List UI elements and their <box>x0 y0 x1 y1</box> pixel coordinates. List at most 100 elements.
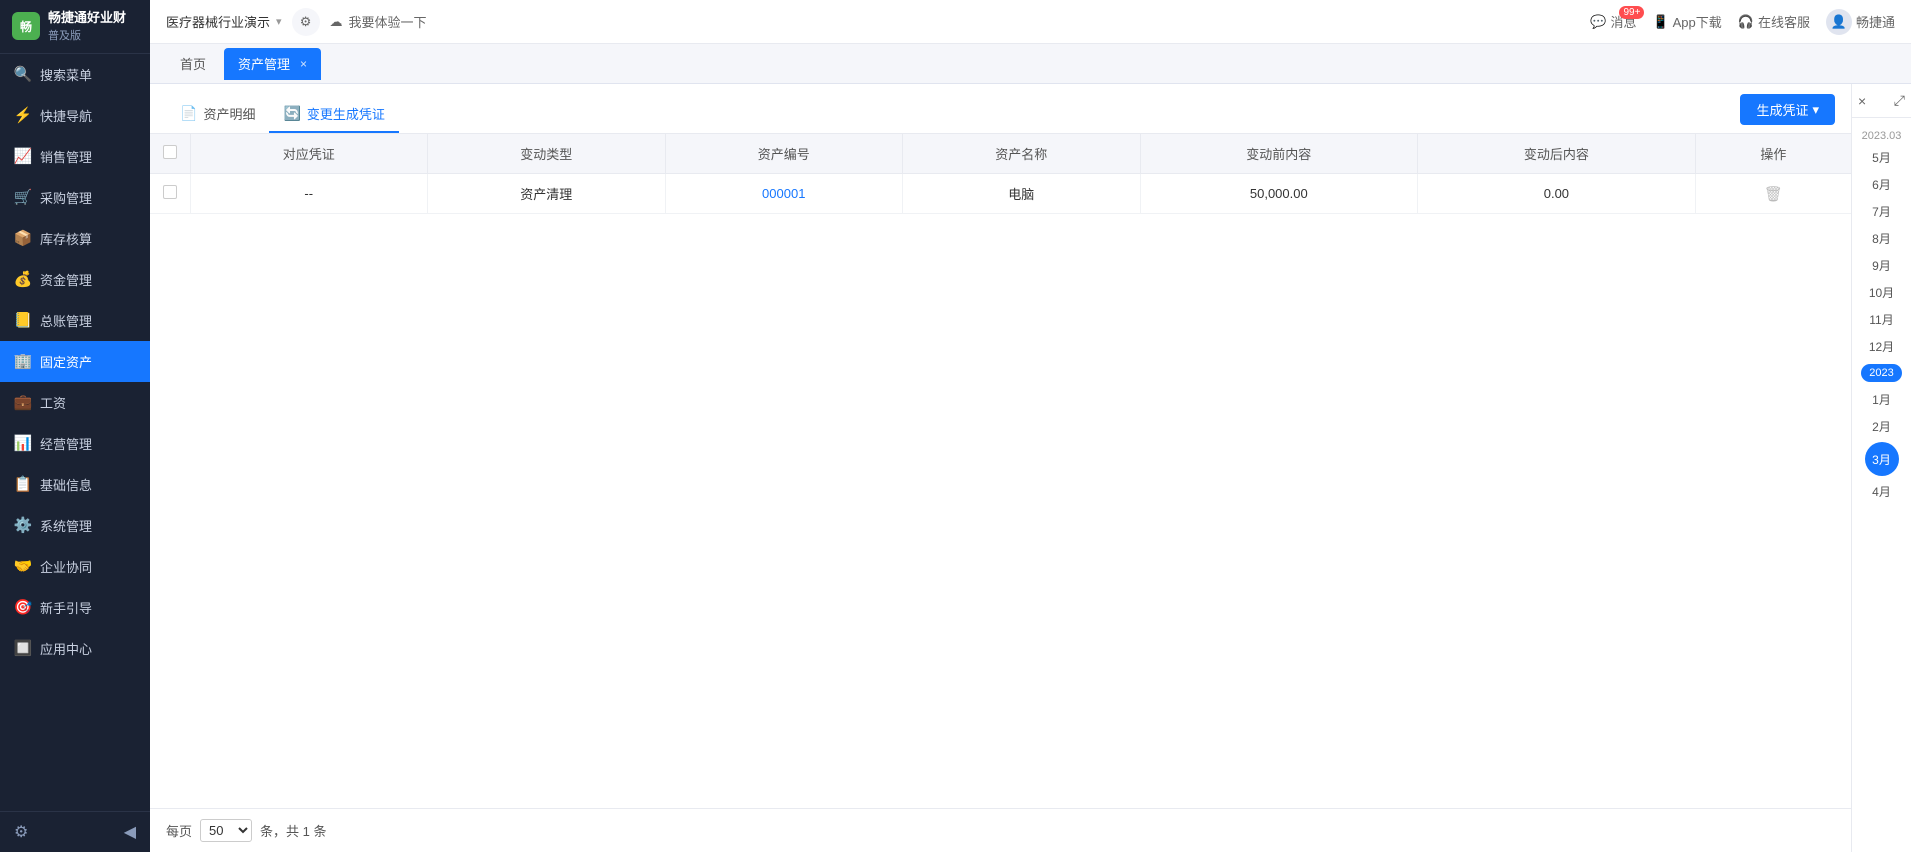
experience-button[interactable]: ☁ 我要体验一下 <box>330 12 427 31</box>
timeline-month[interactable]: 11月 <box>1863 307 1901 332</box>
th-对应凭证: 对应凭证 <box>190 134 428 174</box>
row-voucher: -- <box>190 174 428 214</box>
timeline-month[interactable]: 8月 <box>1863 226 1901 251</box>
system-icon: ⚙️ <box>14 516 32 534</box>
right-panel: × ⤢ 2023.03 5月6月7月8月9月10月11月12月20231月2月3… <box>1851 84 1911 852</box>
company-selector[interactable]: 医疗器械行业演示 ▾ <box>166 12 282 31</box>
sub-tab-bar: 📄 资产明细 🔄 变更生成凭证 生成凭证 ▾ <box>150 84 1851 134</box>
generate-voucher-button[interactable]: 生成凭证 ▾ <box>1740 94 1835 125</box>
sidebar-label-apps: 应用中心 <box>40 639 92 658</box>
sidebar-label-ledger: 总账管理 <box>40 311 92 330</box>
app-download-button[interactable]: 📱 App下载 <box>1652 12 1721 31</box>
topbar-left: 医疗器械行业演示 ▾ ⚙ ☁ 我要体验一下 <box>166 8 427 36</box>
timeline-month[interactable]: 2月 <box>1863 414 1901 439</box>
settings-button[interactable]: ⚙ <box>292 8 320 36</box>
topbar-right: 💬 消息 99+ 📱 App下载 🎧 在线客服 👤 畅捷通 <box>1590 9 1895 35</box>
row-checkbox[interactable] <box>163 185 177 199</box>
guide-icon: 🎯 <box>14 598 32 616</box>
timeline-month[interactable]: 1月 <box>1863 387 1901 412</box>
sidebar-label-quicknav: 快捷导航 <box>40 106 92 125</box>
cloud-icon: ☁ <box>330 14 343 30</box>
timeline-scroll[interactable]: 2023.03 5月6月7月8月9月10月11月12月20231月2月3月4月 <box>1852 118 1911 852</box>
timeline-month[interactable]: 4月 <box>1863 479 1901 504</box>
sub-tab-asset-detail[interactable]: 📄 资产明细 <box>166 96 269 133</box>
sidebar-item-apps[interactable]: 🔲 应用中心 <box>0 628 150 669</box>
sidebar-item-inventory[interactable]: 📦 库存核算 <box>0 218 150 259</box>
page-size-select[interactable]: 102050100 <box>200 819 252 842</box>
asset-change-table: 对应凭证变动类型资产编号资产名称变动前内容变动后内容操作 -- 资产清理 000… <box>150 134 1851 214</box>
purchase-icon: 🛒 <box>14 188 32 206</box>
quicknav-icon: ⚡ <box>14 106 32 124</box>
salary-icon: 💼 <box>14 393 32 411</box>
tab-label-asset-mgmt: 资产管理 <box>238 54 290 73</box>
tab-asset-mgmt[interactable]: 资产管理 × <box>224 48 321 80</box>
tab-label-home: 首页 <box>180 54 206 73</box>
page-content-wrapper: 📄 资产明细 🔄 变更生成凭证 生成凭证 ▾ <box>150 84 1851 852</box>
chevron-down-icon: ▾ <box>276 15 282 28</box>
sales-icon: 📈 <box>14 147 32 165</box>
tab-home[interactable]: 首页 <box>166 48 220 80</box>
sidebar-item-ledger[interactable]: 📒 总账管理 <box>0 300 150 341</box>
sidebar: 畅 畅捷通好业财 普及版 🔍 搜索菜单 ⚡ 快捷导航 📈 销售管理 🛒 采购管理… <box>0 0 150 852</box>
sidebar-label-sales: 销售管理 <box>40 147 92 166</box>
select-all-checkbox[interactable] <box>163 145 177 159</box>
timeline-month[interactable]: 12月 <box>1863 334 1901 359</box>
timeline-month[interactable]: 9月 <box>1863 253 1901 278</box>
sidebar-item-coop[interactable]: 🤝 企业协同 <box>0 546 150 587</box>
sidebar-item-sales[interactable]: 📈 销售管理 <box>0 136 150 177</box>
fixed-icon: 🏢 <box>14 352 32 370</box>
th-变动前内容: 变动前内容 <box>1140 134 1418 174</box>
sidebar-item-system[interactable]: ⚙️ 系统管理 <box>0 505 150 546</box>
close-panel-icon[interactable]: × <box>1858 93 1866 109</box>
row-asset-name: 电脑 <box>903 174 1141 214</box>
right-panel-header: × ⤢ <box>1852 84 1911 118</box>
table-wrapper: 对应凭证变动类型资产编号资产名称变动前内容变动后内容操作 -- 资产清理 000… <box>150 134 1851 808</box>
sidebar-item-guide[interactable]: 🎯 新手引导 <box>0 587 150 628</box>
th-资产名称: 资产名称 <box>903 134 1141 174</box>
timeline-month[interactable]: 6月 <box>1863 172 1901 197</box>
search-icon: 🔍 <box>14 65 32 83</box>
sidebar-item-fixed[interactable]: 🏢 固定资产 <box>0 341 150 382</box>
sidebar-item-purchase[interactable]: 🛒 采购管理 <box>0 177 150 218</box>
collapse-icon[interactable]: ◀ <box>124 822 136 842</box>
ops-icon: 📊 <box>14 434 32 452</box>
sidebar-item-search[interactable]: 🔍 搜索菜单 <box>0 54 150 95</box>
sidebar-item-basic[interactable]: 📋 基础信息 <box>0 464 150 505</box>
sub-tab-change-voucher[interactable]: 🔄 变更生成凭证 <box>269 96 398 133</box>
row-after-content: 0.00 <box>1418 174 1696 214</box>
timeline-month[interactable]: 10月 <box>1863 280 1901 305</box>
timeline-month[interactable]: 5月 <box>1863 145 1901 170</box>
settings-icon[interactable]: ⚙ <box>14 822 28 842</box>
funds-icon: 💰 <box>14 270 32 288</box>
notifications-button[interactable]: 💬 消息 99+ <box>1590 12 1636 31</box>
page-content: 📄 资产明细 🔄 变更生成凭证 生成凭证 ▾ <box>150 84 1851 852</box>
expand-panel-icon[interactable]: ⤢ <box>1894 92 1905 109</box>
delete-row-icon[interactable]: 🗑 <box>1764 186 1783 203</box>
support-button[interactable]: 🎧 在线客服 <box>1738 12 1810 31</box>
headset-icon: 🎧 <box>1738 14 1754 30</box>
row-actions: 🗑 <box>1695 174 1851 214</box>
dropdown-icon: ▾ <box>1812 102 1819 118</box>
row-before-content: 50,000.00 <box>1140 174 1418 214</box>
sidebar-nav: 🔍 搜索菜单 ⚡ 快捷导航 📈 销售管理 🛒 采购管理 📦 库存核算 💰 资金管… <box>0 54 150 811</box>
total-label: 条，共 1 条 <box>260 821 326 840</box>
sidebar-label-basic: 基础信息 <box>40 475 92 494</box>
change-voucher-subtab-icon: 🔄 <box>283 105 300 122</box>
tab-close-asset-mgmt[interactable]: × <box>300 57 307 71</box>
user-button[interactable]: 👤 畅捷通 <box>1826 9 1895 35</box>
sidebar-item-ops[interactable]: 📊 经营管理 <box>0 423 150 464</box>
th-变动类型: 变动类型 <box>428 134 666 174</box>
sidebar-item-quicknav[interactable]: ⚡ 快捷导航 <box>0 95 150 136</box>
timeline-month[interactable]: 7月 <box>1863 199 1901 224</box>
generate-label: 生成凭证 <box>1756 100 1808 119</box>
sidebar-header: 畅 畅捷通好业财 普及版 <box>0 0 150 54</box>
topbar: 医疗器械行业演示 ▾ ⚙ ☁ 我要体验一下 💬 消息 99+ 📱 App下载 <box>150 0 1911 44</box>
sidebar-item-funds[interactable]: 💰 资金管理 <box>0 259 150 300</box>
table-row: -- 资产清理 000001 电脑 50,000.00 0.00 🗑 <box>150 174 1851 214</box>
asset-detail-subtab-icon: 📄 <box>180 105 197 122</box>
timeline-month[interactable]: 3月 <box>1865 442 1899 476</box>
timeline-year-badge[interactable]: 2023 <box>1861 364 1901 382</box>
apps-icon: 🔲 <box>14 639 32 657</box>
sidebar-label-ops: 经营管理 <box>40 434 92 453</box>
sidebar-item-salary[interactable]: 💼 工资 <box>0 382 150 423</box>
